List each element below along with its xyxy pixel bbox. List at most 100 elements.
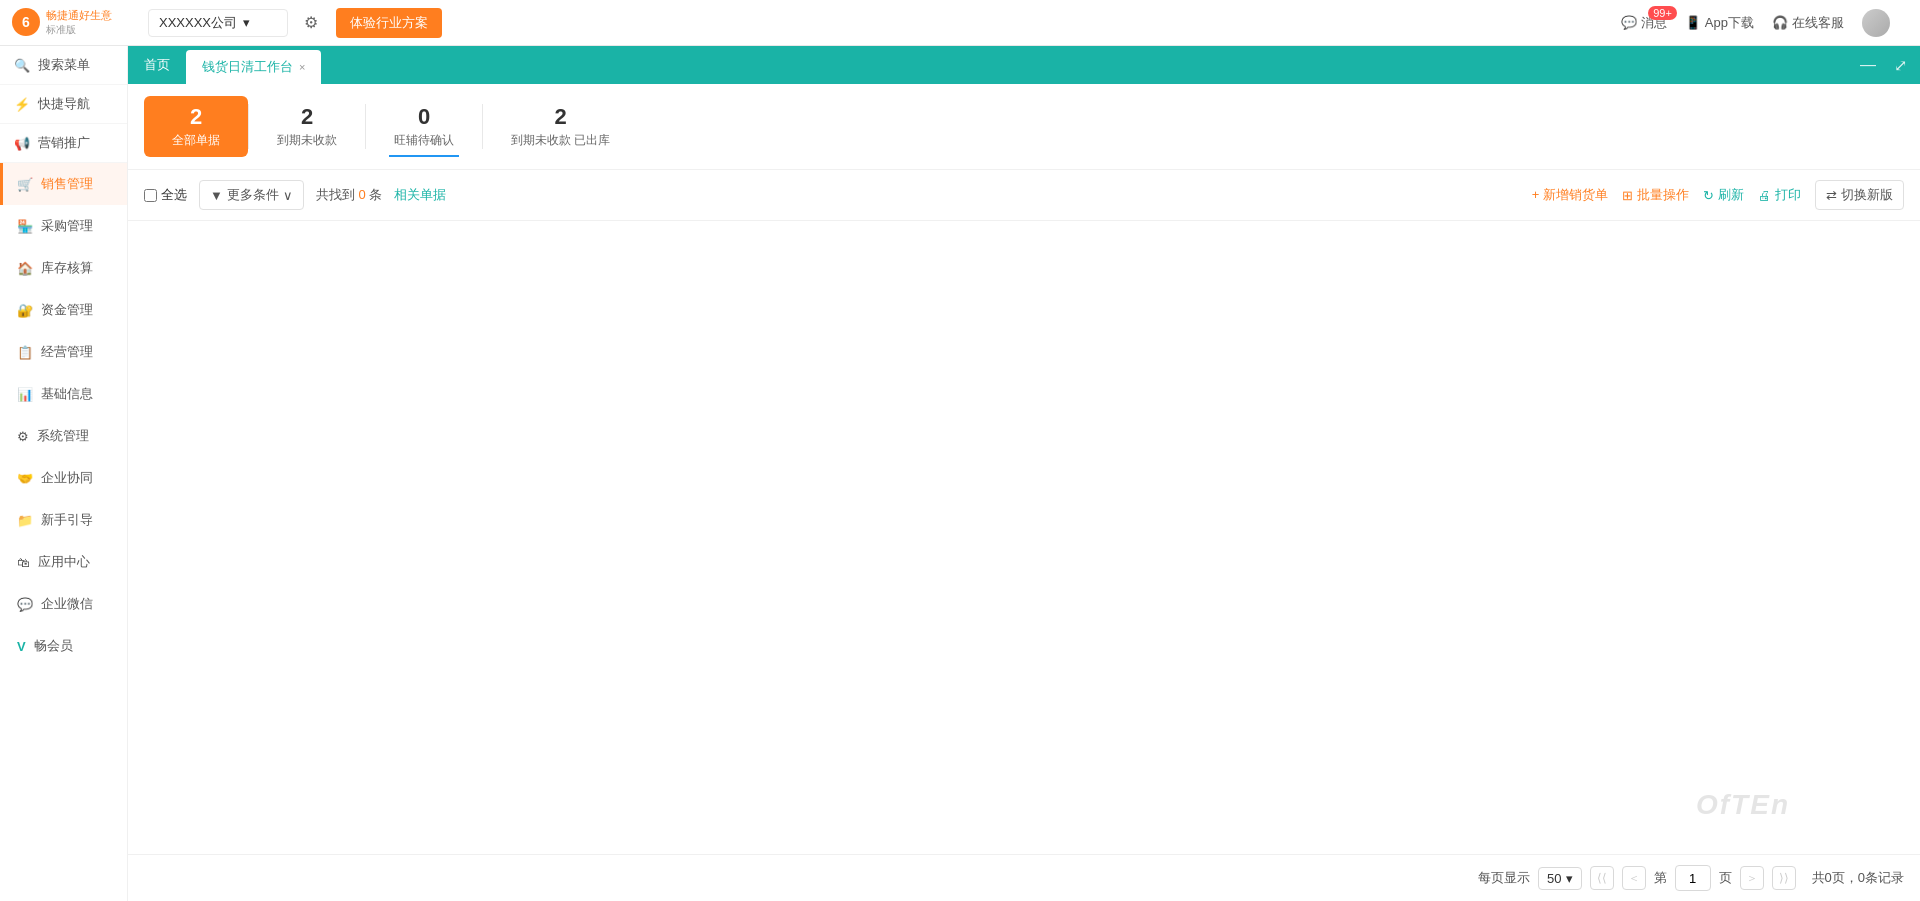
sidebar-item-inventory[interactable]: 🏠 库存核算 bbox=[0, 247, 127, 289]
found-count: 0 bbox=[359, 187, 366, 202]
enterprise-label: 企业协同 bbox=[41, 469, 93, 487]
switch-version-button[interactable]: ⇄ 切换新版 bbox=[1815, 180, 1904, 210]
app-name: 畅捷通好生意 bbox=[46, 8, 112, 22]
wechat-label: 企业微信 bbox=[41, 595, 93, 613]
summary-count-overdue-out: 2 bbox=[555, 104, 567, 130]
sidebar: 🔍 搜索菜单 ⚡ 快捷导航 📢 营销推广 🛒 销售管理 🏪 采购管理 🏠 库存核… bbox=[0, 46, 128, 901]
toolbar: 全选 ▼ 更多条件 ∨ 共找到 0 条 相关单据 + 新增销货单 ⊞ 批 bbox=[128, 170, 1920, 221]
member-label: 畅会员 bbox=[34, 637, 73, 655]
sidebar-item-purchase[interactable]: 🏪 采购管理 bbox=[0, 205, 127, 247]
tab-underline-overdue bbox=[272, 155, 342, 157]
refresh-icon: ↻ bbox=[1703, 188, 1714, 203]
download-icon: 📱 bbox=[1685, 15, 1701, 30]
first-page-button[interactable]: ⟨⟨ bbox=[1590, 866, 1614, 890]
page-input[interactable] bbox=[1675, 865, 1711, 891]
tabs-bar-controls: — ⤢ bbox=[1856, 53, 1920, 77]
summary-tab-overdue[interactable]: 2 到期未收款 bbox=[249, 96, 365, 157]
header-right: 💬 消息 99+ 📱 App下载 🎧 在线客服 bbox=[1621, 9, 1908, 37]
appstore-icon: 🛍 bbox=[17, 555, 30, 570]
marketing[interactable]: 📢 营销推广 bbox=[0, 124, 127, 163]
sidebar-item-appstore[interactable]: 🛍 应用中心 bbox=[0, 541, 127, 583]
sidebar-item-guide[interactable]: 📁 新手引导 bbox=[0, 499, 127, 541]
next-page-button[interactable]: ＞ bbox=[1740, 866, 1764, 890]
logo-area: 6 畅捷通好生意 标准版 bbox=[12, 8, 140, 36]
base-label: 基础信息 bbox=[41, 385, 93, 403]
page-total: 共0页，0条记录 bbox=[1812, 869, 1904, 887]
content-area: 2 全部单据 2 到期未收款 0 旺辅待确认 2 到期未收款 已出库 bbox=[128, 84, 1920, 901]
select-all-label: 全选 bbox=[161, 186, 187, 204]
sidebar-item-sales[interactable]: 🛒 销售管理 bbox=[0, 163, 127, 205]
per-page-label: 每页显示 bbox=[1478, 869, 1530, 887]
finance-icon: 🔐 bbox=[17, 303, 33, 318]
avatar-image bbox=[1862, 9, 1890, 37]
company-selector[interactable]: XXXXXX公司 ▾ bbox=[148, 9, 288, 37]
sidebar-item-wechat[interactable]: 💬 企业微信 bbox=[0, 583, 127, 625]
per-page-select[interactable]: 50 ▾ bbox=[1538, 867, 1581, 890]
sidebar-item-enterprise[interactable]: 🤝 企业协同 bbox=[0, 457, 127, 499]
main-content: 2 全部单据 2 到期未收款 0 旺辅待确认 2 到期未收款 已出库 bbox=[128, 84, 1920, 901]
summary-tab-overdue-out[interactable]: 2 到期未收款 已出库 bbox=[483, 96, 638, 157]
enterprise-icon: 🤝 bbox=[17, 471, 33, 486]
batch-label: 批量操作 bbox=[1637, 186, 1689, 204]
select-all-checkbox[interactable]: 全选 bbox=[144, 186, 187, 204]
add-order-button[interactable]: + 新增销货单 bbox=[1532, 186, 1608, 204]
sidebar-item-operation[interactable]: 📋 经营管理 bbox=[0, 331, 127, 373]
avatar[interactable] bbox=[1862, 9, 1890, 37]
print-button[interactable]: 🖨 打印 bbox=[1758, 186, 1801, 204]
filter-button[interactable]: ▼ 更多条件 ∨ bbox=[199, 180, 304, 210]
search-menu[interactable]: 🔍 搜索菜单 bbox=[0, 46, 127, 85]
per-page-value: 50 bbox=[1547, 871, 1561, 886]
marketing-label: 营销推广 bbox=[38, 134, 90, 152]
chevron-down-icon: ▾ bbox=[243, 15, 250, 30]
logo-icon: 6 bbox=[12, 8, 40, 36]
sidebar-item-system[interactable]: ⚙ 系统管理 bbox=[0, 415, 127, 457]
page-text-before: 第 bbox=[1654, 869, 1667, 887]
found-unit: 条 bbox=[369, 187, 382, 202]
home-tab[interactable]: 首页 bbox=[128, 46, 186, 84]
batch-operation-button[interactable]: ⊞ 批量操作 bbox=[1622, 186, 1689, 204]
sales-icon: 🛒 bbox=[17, 177, 33, 192]
tab-underline-pending bbox=[389, 155, 459, 157]
purchase-label: 采购管理 bbox=[41, 217, 93, 235]
quick-nav-label: 快捷导航 bbox=[38, 95, 90, 113]
guide-label: 新手引导 bbox=[41, 511, 93, 529]
page-text-after: 页 bbox=[1719, 869, 1732, 887]
expand-button[interactable]: ⤢ bbox=[1888, 53, 1912, 77]
message-badge: 99+ bbox=[1648, 6, 1677, 20]
sidebar-item-base[interactable]: 📊 基础信息 bbox=[0, 373, 127, 415]
message-button[interactable]: 💬 消息 99+ bbox=[1621, 14, 1667, 32]
refresh-label: 刷新 bbox=[1718, 186, 1744, 204]
filter-chevron-icon: ∨ bbox=[283, 188, 293, 203]
online-service-button[interactable]: 🎧 在线客服 bbox=[1772, 14, 1844, 32]
summary-label-overdue: 到期未收款 bbox=[277, 132, 337, 149]
switch-label: 切换新版 bbox=[1841, 186, 1893, 204]
summary-tab-all[interactable]: 2 全部单据 bbox=[144, 96, 248, 157]
minimize-button[interactable]: — bbox=[1856, 53, 1880, 77]
tabs-bar: 首页 钱货日清工作台 × — ⤢ bbox=[128, 46, 1920, 84]
system-icon: ⚙ bbox=[17, 429, 29, 444]
tab-close-icon[interactable]: × bbox=[299, 61, 305, 73]
related-orders-link[interactable]: 相关单据 bbox=[394, 186, 446, 204]
app-download-button[interactable]: 📱 App下载 bbox=[1685, 14, 1754, 32]
toolbar-right: + 新增销货单 ⊞ 批量操作 ↻ 刷新 🖨 打印 ⇄ 切换新版 bbox=[1532, 180, 1904, 210]
purchase-icon: 🏪 bbox=[17, 219, 33, 234]
settings-button[interactable]: ⚙ bbox=[296, 8, 326, 38]
summary-label-all: 全部单据 bbox=[172, 132, 220, 149]
refresh-button[interactable]: ↻ 刷新 bbox=[1703, 186, 1744, 204]
summary-tab-pending[interactable]: 0 旺辅待确认 bbox=[366, 96, 482, 157]
select-all-input[interactable] bbox=[144, 189, 157, 202]
sidebar-item-member[interactable]: V 畅会员 bbox=[0, 625, 127, 667]
table-area bbox=[128, 221, 1920, 854]
active-tab[interactable]: 钱货日清工作台 × bbox=[186, 50, 321, 84]
trial-button[interactable]: 体验行业方案 bbox=[336, 8, 442, 38]
marketing-icon: 📢 bbox=[14, 136, 30, 151]
operation-icon: 📋 bbox=[17, 345, 33, 360]
filter-label: 更多条件 bbox=[227, 186, 279, 204]
last-page-button[interactable]: ⟩⟩ bbox=[1772, 866, 1796, 890]
summary-count-all: 2 bbox=[190, 104, 202, 130]
prev-page-button[interactable]: ＜ bbox=[1622, 866, 1646, 890]
quick-nav[interactable]: ⚡ 快捷导航 bbox=[0, 85, 127, 124]
sidebar-item-finance[interactable]: 🔐 资金管理 bbox=[0, 289, 127, 331]
inventory-icon: 🏠 bbox=[17, 261, 33, 276]
appstore-label: 应用中心 bbox=[38, 553, 90, 571]
